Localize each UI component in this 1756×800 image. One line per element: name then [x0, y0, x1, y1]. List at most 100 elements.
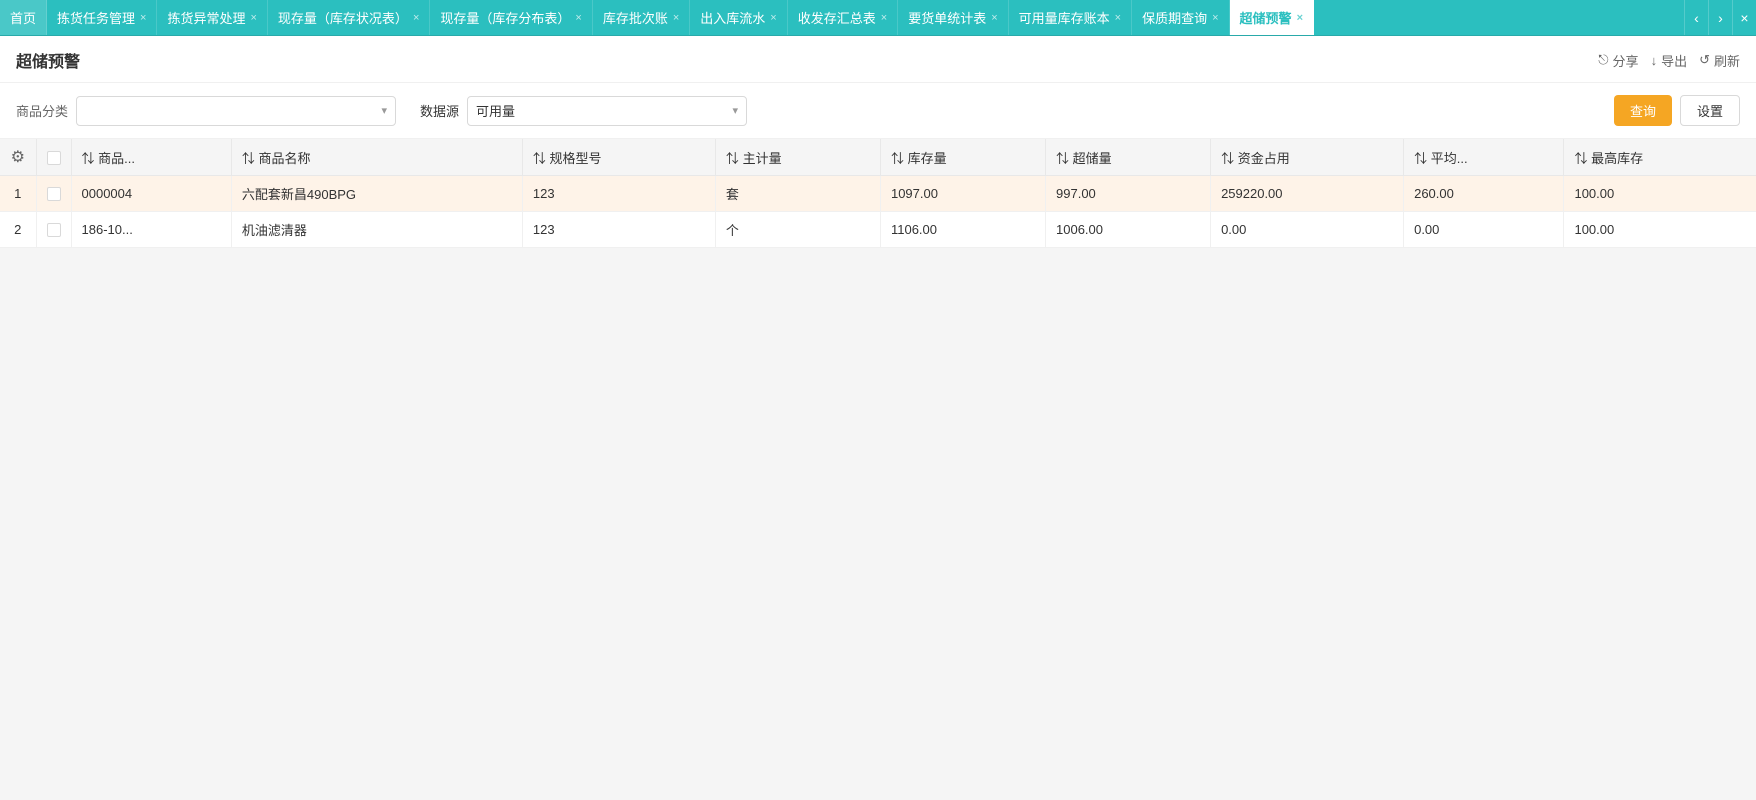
sort-icon: ⇅ [82, 151, 95, 166]
sort-icon: ⇅ [242, 151, 255, 166]
cell-max-stock: 100.00 [1564, 176, 1756, 212]
select-all-checkbox[interactable] [47, 151, 61, 165]
nav-item-pick-exception[interactable]: 拣货异常处理 × [157, 0, 267, 36]
col-header-max-stock[interactable]: ⇅ 最高库存 [1564, 139, 1756, 176]
nav-label-available: 可用量库存账本 [1019, 8, 1110, 27]
row-settings-cell: 2 [0, 212, 36, 248]
nav-item-available[interactable]: 可用量库存账本 × [1009, 0, 1132, 36]
nav-label-overstock: 超储预警 [1240, 8, 1292, 27]
cell-spec: 123 [522, 176, 715, 212]
nav-label-batch: 库存批次账 [603, 8, 668, 27]
nav-label-stock-status: 现存量（库存状况表） [278, 8, 408, 27]
cell-capital: 0.00 [1211, 212, 1404, 248]
nav-label-expiry: 保质期查询 [1142, 8, 1207, 27]
settings-button[interactable]: 设置 [1680, 95, 1740, 126]
nav-label-pick-task: 拣货任务管理 [57, 8, 135, 27]
nav-arrows: ‹ › × [1684, 0, 1756, 36]
col-header-avg[interactable]: ⇅ 平均... [1404, 139, 1564, 176]
close-icon[interactable]: × [1212, 12, 1218, 24]
nav-item-batch[interactable]: 库存批次账 × [593, 0, 690, 36]
nav-label-requisition: 要货单统计表 [908, 8, 986, 27]
col-label-spec: 规格型号 [550, 151, 602, 166]
filter-area: 商品分类 ▾ 数据源 可用量 ▾ 查询 设置 [0, 83, 1756, 139]
cell-product-name: 机油滤清器 [231, 212, 522, 248]
close-icon[interactable]: × [140, 12, 146, 24]
nav-item-pick-task[interactable]: 拣货任务管理 × [47, 0, 157, 36]
cell-overstock: 1006.00 [1046, 212, 1211, 248]
row-num-cell [36, 212, 71, 248]
col-header-product-code[interactable]: ⇅ 商品... [71, 139, 231, 176]
cell-spec: 123 [522, 212, 715, 248]
col-header-capital[interactable]: ⇅ 资金占用 [1211, 139, 1404, 176]
close-icon[interactable]: × [575, 12, 581, 24]
nav-next-button[interactable]: › [1708, 0, 1732, 36]
nav-item-flow[interactable]: 出入库流水 × [690, 0, 787, 36]
nav-label-flow: 出入库流水 [700, 8, 765, 27]
close-icon[interactable]: × [991, 12, 997, 24]
top-navigation: 首页 拣货任务管理 × 拣货异常处理 × 现存量（库存状况表） × 现存量（库存… [0, 0, 1756, 36]
col-header-unit[interactable]: ⇅ 主计量 [715, 139, 880, 176]
data-table: ⚙ ⇅ 商品... ⇅ 商品名称 ⇅ 规格型号 [0, 139, 1756, 248]
close-icon[interactable]: × [250, 12, 256, 24]
col-header-overstock[interactable]: ⇅ 超储量 [1046, 139, 1211, 176]
datasource-dropdown[interactable]: 可用量 ▾ [467, 96, 747, 126]
sort-icon: ⇅ [533, 151, 546, 166]
refresh-icon: ↺ [1699, 52, 1710, 68]
col-checkbox-header [36, 139, 71, 176]
nav-item-summary[interactable]: 收发存汇总表 × [788, 0, 898, 36]
nav-label-summary: 收发存汇总表 [798, 8, 876, 27]
nav-close-button[interactable]: × [1732, 0, 1756, 36]
nav-item-home[interactable]: 首页 [0, 0, 47, 36]
row-checkbox[interactable] [47, 223, 61, 237]
sort-icon: ⇅ [891, 151, 904, 166]
cell-product-code: 186-10... [71, 212, 231, 248]
export-label: 导出 [1661, 51, 1687, 70]
page-title: 超储预警 [16, 48, 80, 72]
cell-avg: 0.00 [1404, 212, 1564, 248]
filter-category: 商品分类 ▾ [16, 96, 396, 126]
sort-icon: ⇅ [1574, 151, 1587, 166]
refresh-button[interactable]: ↺ 刷新 [1699, 51, 1740, 70]
export-icon: ↓ [1651, 53, 1658, 68]
col-header-product-name[interactable]: ⇅ 商品名称 [231, 139, 522, 176]
filter-category-label: 商品分类 [16, 101, 68, 120]
col-label-max-stock: 最高库存 [1591, 151, 1643, 166]
share-icon: ⎋ [1598, 52, 1608, 68]
query-button[interactable]: 查询 [1614, 95, 1672, 126]
close-icon[interactable]: × [770, 12, 776, 24]
nav-item-overstock[interactable]: 超储预警 × [1230, 0, 1314, 36]
nav-label-pick-exception: 拣货异常处理 [167, 8, 245, 27]
cell-stock: 1106.00 [880, 212, 1045, 248]
sort-icon: ⇅ [726, 151, 739, 166]
export-button[interactable]: ↓ 导出 [1651, 51, 1688, 70]
cell-stock: 1097.00 [880, 176, 1045, 212]
nav-item-stock-dist[interactable]: 现存量（库存分布表） × [430, 0, 592, 36]
close-icon[interactable]: × [413, 12, 419, 24]
nav-item-requisition[interactable]: 要货单统计表 × [898, 0, 1008, 36]
refresh-label: 刷新 [1714, 51, 1740, 70]
close-icon[interactable]: × [1115, 12, 1121, 24]
close-icon[interactable]: × [881, 12, 887, 24]
col-header-stock[interactable]: ⇅ 库存量 [880, 139, 1045, 176]
col-header-spec[interactable]: ⇅ 规格型号 [522, 139, 715, 176]
close-icon-active[interactable]: × [1297, 12, 1303, 24]
row-checkbox[interactable] [47, 187, 61, 201]
close-icon[interactable]: × [673, 12, 679, 24]
nav-item-expiry[interactable]: 保质期查询 × [1132, 0, 1229, 36]
nav-label-home: 首页 [10, 8, 36, 27]
category-dropdown[interactable]: ▾ [76, 96, 396, 126]
col-label-stock: 库存量 [908, 151, 947, 166]
col-label-capital: 资金占用 [1238, 151, 1290, 166]
col-label-overstock: 超储量 [1073, 151, 1112, 166]
cell-avg: 260.00 [1404, 176, 1564, 212]
gear-icon[interactable]: ⚙ [11, 149, 25, 166]
sort-icon: ⇅ [1414, 151, 1427, 166]
share-button[interactable]: ⎋ 分享 [1598, 51, 1638, 70]
col-settings: ⚙ [0, 139, 36, 176]
col-label-unit: 主计量 [743, 151, 782, 166]
cell-capital: 259220.00 [1211, 176, 1404, 212]
nav-prev-button[interactable]: ‹ [1684, 0, 1708, 36]
nav-item-stock-status[interactable]: 现存量（库存状况表） × [268, 0, 430, 36]
header-actions: ⎋ 分享 ↓ 导出 ↺ 刷新 [1598, 51, 1740, 70]
table-container: ⚙ ⇅ 商品... ⇅ 商品名称 ⇅ 规格型号 [0, 139, 1756, 248]
